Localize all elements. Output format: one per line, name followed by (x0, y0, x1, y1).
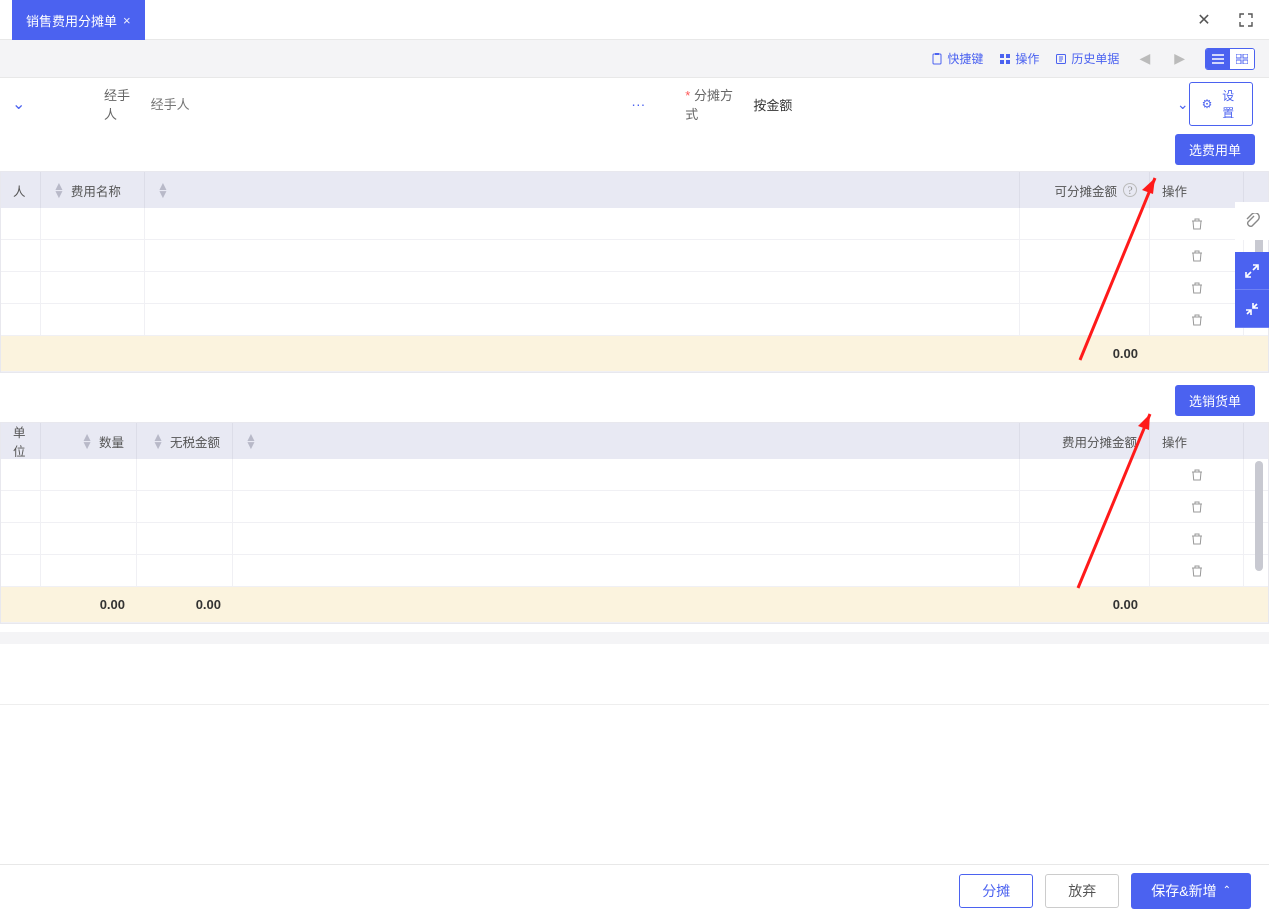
table-row[interactable] (1, 304, 1268, 336)
method-label: 分摊方式 (685, 85, 745, 123)
form-row: ⌄ 经手人 ··· 分摊方式 按金额 ⌄ ⚙ 设置 (0, 78, 1269, 130)
sort-icon[interactable]: ▲▼ (81, 433, 93, 449)
settings-label: 设置 (1216, 87, 1240, 121)
col-unit[interactable]: 单位 (1, 423, 41, 459)
blank-panel (0, 644, 1269, 704)
col-partial[interactable]: 人 (1, 172, 41, 208)
sum-notax: 0.00 (137, 587, 233, 622)
handler-input[interactable] (151, 97, 646, 112)
method-field[interactable]: 按金额 ⌄ (753, 95, 1188, 114)
col-fee-name[interactable]: ▲▼ 费用名称 (41, 172, 145, 208)
sum-amount: 0.00 (1020, 336, 1150, 371)
delete-row-icon[interactable] (1150, 304, 1244, 335)
delete-row-icon[interactable] (1150, 208, 1244, 239)
scrollbar[interactable] (1251, 423, 1265, 623)
toolbar: 快捷键 操作 历史单据 ◀ ▶ (0, 40, 1269, 78)
col-misc[interactable]: ▲▼ (233, 423, 1020, 459)
expand-out-icon[interactable] (1235, 252, 1269, 290)
actions-link[interactable]: 操作 (999, 50, 1039, 67)
fullscreen-icon[interactable] (1235, 9, 1257, 31)
col-action: 操作 (1150, 172, 1244, 208)
view-toggle (1205, 48, 1255, 70)
grid-header: 人 ▲▼ 费用名称 ▲▼ 可分摊金额 ? 操作 (1, 172, 1268, 208)
chevron-down-icon[interactable]: ⌄ (1177, 96, 1189, 113)
sum-row: 0.00 (1, 336, 1268, 372)
expense-grid: 人 ▲▼ 费用名称 ▲▼ 可分摊金额 ? 操作 0.00 (0, 171, 1269, 373)
prev-doc-icon[interactable]: ◀ (1135, 50, 1154, 67)
tab-bar: 销售费用分摊单 × ✕ (0, 0, 1269, 40)
allocate-button[interactable]: 分摊 (959, 874, 1033, 908)
save-and-new-button[interactable]: 保存&新增 ⌃ (1131, 873, 1251, 909)
table-row[interactable] (1, 208, 1268, 240)
actions-label: 操作 (1015, 50, 1039, 67)
info-icon[interactable]: ? (1123, 183, 1137, 197)
col-notax[interactable]: ▲▼ 无税金额 (137, 423, 233, 459)
delete-row-icon[interactable] (1150, 272, 1244, 303)
table-row[interactable] (1, 523, 1268, 555)
table-row[interactable] (1, 272, 1268, 304)
col-fee-alloc[interactable]: 费用分摊金额 (1020, 423, 1150, 459)
save-label: 保存&新增 (1151, 881, 1216, 901)
col-empty[interactable]: ▲▼ (145, 172, 1020, 208)
chevron-up-icon: ⌃ (1223, 885, 1231, 896)
gear-icon: ⚙ (1202, 97, 1213, 111)
section-gap (0, 632, 1269, 644)
field-dropdown-icon[interactable]: ⌄ (12, 94, 25, 114)
view-card-icon[interactable] (1230, 49, 1254, 69)
sales-section: 选销货单 单位 ▲▼ 数量 ▲▼ 无税金额 ▲▼ 费用分摊金额 操作 (0, 381, 1269, 624)
grid-header: 单位 ▲▼ 数量 ▲▼ 无税金额 ▲▼ 费用分摊金额 操作 (1, 423, 1268, 459)
delete-row-icon[interactable] (1150, 240, 1244, 271)
side-rail (1235, 208, 1269, 328)
expand-in-icon[interactable] (1235, 290, 1269, 328)
sum-qty: 0.00 (41, 587, 137, 622)
col-action: 操作 (1150, 423, 1244, 459)
handler-field[interactable]: ··· (151, 97, 646, 112)
delete-row-icon[interactable] (1150, 459, 1244, 490)
close-icon[interactable]: ✕ (1193, 9, 1215, 31)
history-label: 历史单据 (1071, 50, 1119, 67)
sort-icon[interactable]: ▲▼ (157, 182, 169, 198)
table-row[interactable] (1, 240, 1268, 272)
more-icon[interactable]: ··· (631, 96, 645, 112)
tab-title: 销售费用分摊单 (26, 11, 117, 30)
sort-icon[interactable]: ▲▼ (53, 182, 65, 198)
expense-section: 选费用单 人 ▲▼ 费用名称 ▲▼ 可分摊金额 ? 操作 0.00 (0, 130, 1269, 373)
handler-label: 经手人 (104, 85, 143, 123)
method-value: 按金额 (753, 95, 792, 114)
shortcuts-link[interactable]: 快捷键 (931, 50, 983, 67)
delete-row-icon[interactable] (1150, 491, 1244, 522)
sum-alloc: 0.00 (1020, 587, 1150, 622)
table-row[interactable] (1, 555, 1268, 587)
col-alloc-amount[interactable]: 可分摊金额 ? (1020, 172, 1150, 208)
view-list-icon[interactable] (1206, 49, 1230, 69)
select-sales-button[interactable]: 选销货单 (1175, 385, 1255, 416)
grid-body: 0.00 0.00 0.00 (1, 459, 1268, 623)
footer-bar: 分摊 放弃 保存&新增 ⌃ (0, 864, 1269, 916)
history-icon (1055, 53, 1067, 65)
discard-button[interactable]: 放弃 (1045, 874, 1119, 908)
settings-button[interactable]: ⚙ 设置 (1189, 82, 1253, 126)
sort-icon[interactable]: ▲▼ (152, 433, 164, 449)
table-row[interactable] (1, 491, 1268, 523)
sum-row: 0.00 0.00 0.00 (1, 587, 1268, 623)
grid-icon (999, 53, 1011, 65)
table-row[interactable] (1, 459, 1268, 491)
sort-icon[interactable]: ▲▼ (245, 433, 257, 449)
tab-close-icon[interactable]: × (123, 13, 131, 28)
delete-row-icon[interactable] (1150, 523, 1244, 554)
col-qty[interactable]: ▲▼ 数量 (41, 423, 137, 459)
tab-active[interactable]: 销售费用分摊单 × (12, 0, 145, 40)
select-expense-button[interactable]: 选费用单 (1175, 134, 1255, 165)
grid-body: 0.00 (1, 208, 1268, 372)
history-link[interactable]: 历史单据 (1055, 50, 1119, 67)
clipboard-icon (931, 53, 943, 65)
sales-grid: 单位 ▲▼ 数量 ▲▼ 无税金额 ▲▼ 费用分摊金额 操作 (0, 422, 1269, 624)
next-doc-icon[interactable]: ▶ (1170, 50, 1189, 67)
attachment-icon[interactable] (1235, 202, 1269, 240)
shortcuts-label: 快捷键 (947, 50, 983, 67)
delete-row-icon[interactable] (1150, 555, 1244, 586)
